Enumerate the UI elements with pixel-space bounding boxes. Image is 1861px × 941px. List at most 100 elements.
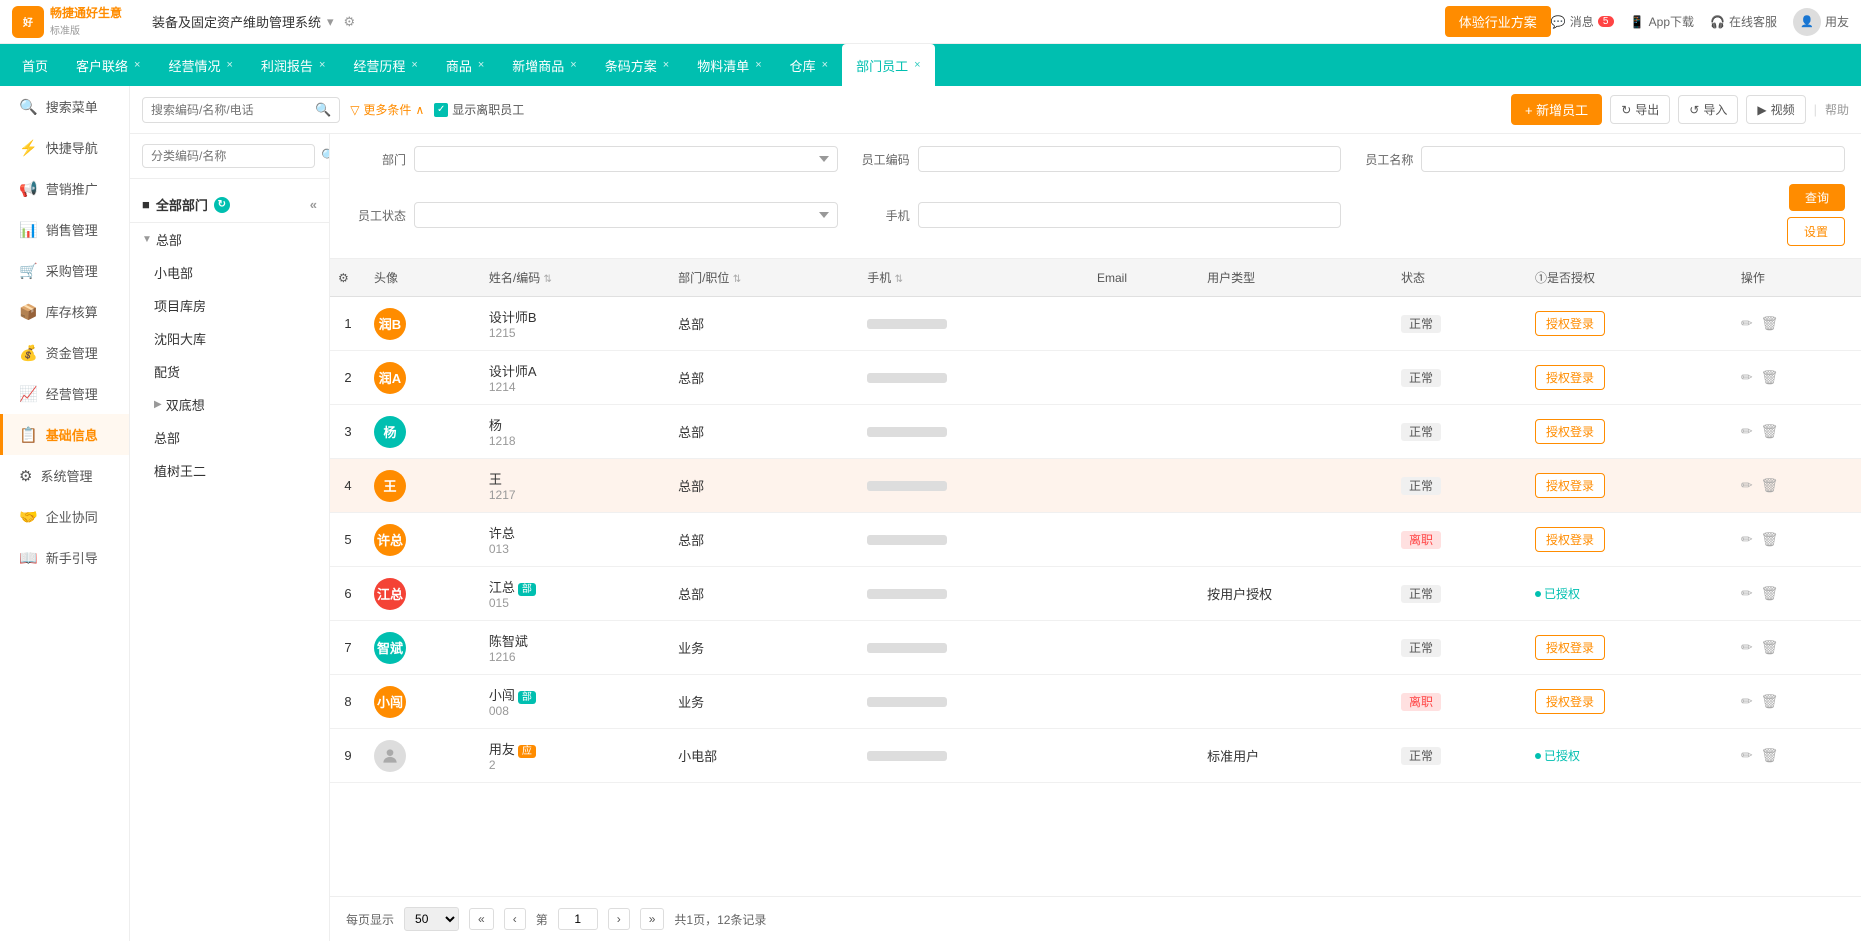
edit-icon[interactable]: ✏ [1741, 585, 1753, 602]
emp-status-select[interactable] [414, 202, 838, 228]
edit-icon[interactable]: ✏ [1741, 315, 1753, 332]
dept-node-0[interactable]: ▼ 总部 [130, 223, 329, 256]
settings-icon[interactable]: ⚙ [344, 14, 356, 30]
sidebar-item-system[interactable]: ⚙ 系统管理 [0, 455, 129, 496]
edit-icon[interactable]: ✏ [1741, 369, 1753, 386]
auth-btn[interactable]: 授权登录 [1535, 311, 1605, 336]
app-download-btn[interactable]: 📱 App下载 [1630, 13, 1694, 30]
sidebar-item-purchase[interactable]: 🛒 采购管理 [0, 250, 129, 291]
nav-tab-warehouse[interactable]: 仓库 × [776, 44, 842, 86]
edit-icon[interactable]: ✏ [1741, 423, 1753, 440]
dept-all-item[interactable]: ■ 全部部门 ↻ « [130, 187, 329, 223]
set-btn[interactable]: 设置 [1787, 217, 1845, 246]
query-btn[interactable]: 查询 [1789, 184, 1845, 211]
delete-icon[interactable]: 🗑 [1761, 477, 1779, 494]
sidebar-item-finance[interactable]: 💰 资金管理 [0, 332, 129, 373]
sidebar-item-search[interactable]: 🔍 搜索菜单 [0, 86, 129, 127]
dept-node-7[interactable]: 植树王二 [130, 454, 329, 487]
nav-tab-history[interactable]: 经营历程 × [339, 44, 431, 86]
delete-icon[interactable]: 🗑 [1761, 369, 1779, 386]
nav-tab-bom[interactable]: 物料清单 × [683, 44, 775, 86]
auth-btn[interactable]: 授权登录 [1535, 419, 1605, 444]
dept-node-3[interactable]: 沈阳大库 [130, 322, 329, 355]
sidebar-item-collab[interactable]: 🤝 企业协同 [0, 496, 129, 537]
close-icon[interactable]: × [570, 59, 576, 71]
sidebar-item-nav[interactable]: ⚡ 快捷导航 [0, 127, 129, 168]
sidebar-item-inventory[interactable]: 📦 库存核算 [0, 291, 129, 332]
close-icon[interactable]: × [822, 59, 828, 71]
sidebar-item-marketing[interactable]: 📢 营销推广 [0, 168, 129, 209]
nav-tab-dept-staff[interactable]: 部门员工 × [842, 44, 934, 86]
close-icon[interactable]: × [319, 59, 325, 71]
dept-search-icon[interactable]: 🔍 [321, 148, 330, 164]
next-page-btn[interactable]: › [608, 908, 630, 930]
dept-select[interactable] [414, 146, 838, 172]
dept-node-4[interactable]: 配货 [130, 355, 329, 388]
export-btn[interactable]: ↻ 导出 [1610, 95, 1670, 124]
nav-tab-barcode[interactable]: 条码方案 × [591, 44, 683, 86]
close-icon[interactable]: × [411, 59, 417, 71]
import-btn[interactable]: ↺ 导入 [1678, 95, 1738, 124]
last-page-btn[interactable]: » [640, 908, 665, 930]
delete-icon[interactable]: 🗑 [1761, 315, 1779, 332]
try-industry-btn[interactable]: 体验行业方案 [1445, 6, 1551, 37]
sidebar-item-business[interactable]: 📈 经营管理 [0, 373, 129, 414]
phone-input[interactable] [918, 202, 1342, 228]
auth-btn[interactable]: 授权登录 [1535, 635, 1605, 660]
delete-icon[interactable]: 🗑 [1761, 423, 1779, 440]
emp-code-input[interactable] [918, 146, 1342, 172]
dept-collapse-icon[interactable]: « [310, 197, 317, 212]
show-resigned-checkbox[interactable]: ✓ [434, 103, 448, 117]
dept-node-5[interactable]: ▶ 双底想 [130, 388, 329, 421]
nav-tab-home[interactable]: 首页 [8, 44, 62, 86]
show-resigned-wrap[interactable]: ✓ 显示离职员工 [434, 101, 524, 118]
search-input[interactable] [151, 103, 311, 117]
nav-tab-goods[interactable]: 商品 × [432, 44, 498, 86]
edit-icon[interactable]: ✏ [1741, 747, 1753, 764]
per-page-select[interactable]: 50 20 100 [404, 907, 459, 931]
close-icon[interactable]: × [478, 59, 484, 71]
close-icon[interactable]: × [663, 59, 669, 71]
message-btn[interactable]: 💬 消息 5 [1551, 13, 1614, 30]
nav-tab-new-goods[interactable]: 新增商品 × [498, 44, 590, 86]
delete-icon[interactable]: 🗑 [1761, 747, 1779, 764]
delete-icon[interactable]: 🗑 [1761, 693, 1779, 710]
more-filter-btn[interactable]: ▽ 更多条件 ∧ [350, 101, 424, 118]
page-input[interactable] [558, 908, 598, 930]
nav-tab-customer[interactable]: 客户联络 × [62, 44, 154, 86]
dropdown-icon[interactable]: ▾ [327, 14, 334, 30]
delete-icon[interactable]: 🗑 [1761, 585, 1779, 602]
nav-tab-operation[interactable]: 经营情况 × [154, 44, 246, 86]
sidebar-item-basic[interactable]: 📋 基础信息 [0, 414, 129, 455]
nav-tab-profit[interactable]: 利润报告 × [247, 44, 339, 86]
col-name-code[interactable]: 姓名/编码 ⇅ [481, 259, 670, 297]
sidebar-item-sales[interactable]: 📊 销售管理 [0, 209, 129, 250]
dept-node-1[interactable]: 小电部 [130, 256, 329, 289]
edit-icon[interactable]: ✏ [1741, 693, 1753, 710]
delete-icon[interactable]: 🗑 [1761, 639, 1779, 656]
close-icon[interactable]: × [755, 59, 761, 71]
view-btn[interactable]: ▶ 视频 [1746, 95, 1805, 124]
edit-icon[interactable]: ✏ [1741, 531, 1753, 548]
auth-btn[interactable]: 授权登录 [1535, 473, 1605, 498]
online-service-btn[interactable]: 🎧 在线客服 [1710, 13, 1777, 30]
edit-icon[interactable]: ✏ [1741, 639, 1753, 656]
dept-node-2[interactable]: 项目库房 [130, 289, 329, 322]
auth-btn[interactable]: 授权登录 [1535, 527, 1605, 552]
edit-icon[interactable]: ✏ [1741, 477, 1753, 494]
delete-icon[interactable]: 🗑 [1761, 531, 1779, 548]
add-employee-btn[interactable]: + 新增员工 [1511, 94, 1602, 125]
auth-btn[interactable]: 授权登录 [1535, 689, 1605, 714]
help-label[interactable]: 帮助 [1825, 101, 1849, 118]
col-settings[interactable]: ⚙ [330, 259, 366, 297]
emp-name-input[interactable] [1421, 146, 1845, 172]
search-btn-icon[interactable]: 🔍 [315, 102, 331, 118]
col-phone[interactable]: 手机 ⇅ [859, 259, 1089, 297]
first-page-btn[interactable]: « [469, 908, 494, 930]
dept-node-6[interactable]: 总部 [130, 421, 329, 454]
prev-page-btn[interactable]: ‹ [504, 908, 526, 930]
sidebar-item-guide[interactable]: 📖 新手引导 [0, 537, 129, 578]
auth-btn[interactable]: 授权登录 [1535, 365, 1605, 390]
close-icon-active[interactable]: × [914, 59, 920, 71]
col-dept-pos[interactable]: 部门/职位 ⇅ [670, 259, 859, 297]
